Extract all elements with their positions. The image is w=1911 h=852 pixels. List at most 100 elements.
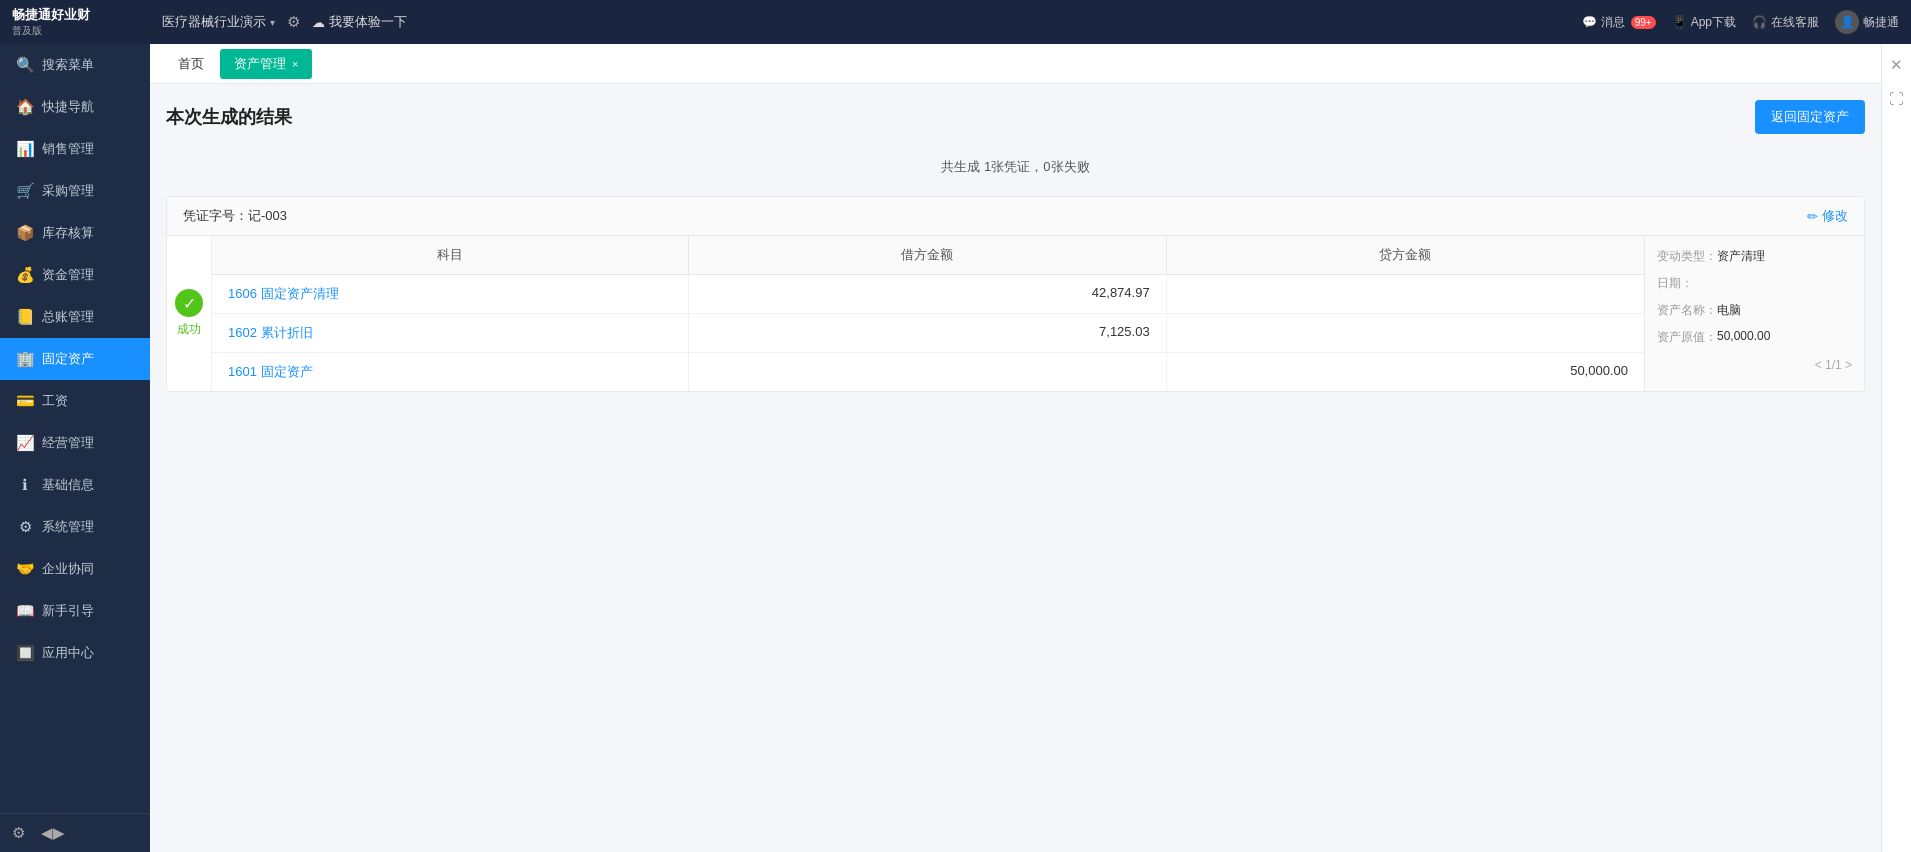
quick-nav-icon: 🏠 — [16, 98, 34, 116]
online-service-button[interactable]: 🎧 在线客服 — [1752, 14, 1819, 31]
finance-icon: 💰 — [16, 266, 34, 284]
sidebar-item-payroll[interactable]: 💳 工资 — [0, 380, 150, 422]
page-header: 本次生成的结果 返回固定资产 — [166, 100, 1865, 134]
edit-label: 修改 — [1822, 207, 1848, 225]
cloud-icon: ☁ — [312, 15, 325, 30]
voucher-table: 科目 借方金额 贷方金额 1606 固定资产清理 42,874.97 1602 … — [212, 236, 1644, 391]
sidebar-item-operations[interactable]: 📈 经营管理 — [0, 422, 150, 464]
cell-credit-1 — [1167, 314, 1644, 352]
cell-debit-0: 42,874.97 — [689, 275, 1166, 313]
collapse-icon[interactable]: ◀▶ — [41, 824, 65, 842]
app-name: 畅捷通好业财 — [12, 6, 90, 24]
sidebar-label-quick-nav: 快捷导航 — [42, 98, 94, 116]
chevron-down-icon: ▾ — [270, 17, 275, 28]
app-download-label: App下载 — [1691, 14, 1736, 31]
sidebar-item-basic-info[interactable]: ℹ 基础信息 — [0, 464, 150, 506]
close-icon[interactable]: × — [292, 58, 298, 70]
sidebar-item-system[interactable]: ⚙ 系统管理 — [0, 506, 150, 548]
sidebar-item-cooperation[interactable]: 🤝 企业协同 — [0, 548, 150, 590]
sidebar-item-app-center[interactable]: 🔲 应用中心 — [0, 632, 150, 674]
status-column: ✓ 成功 — [167, 236, 212, 391]
sidebar-label-system: 系统管理 — [42, 518, 94, 536]
tab-home[interactable]: 首页 — [166, 47, 216, 81]
tab-asset-management[interactable]: 资产管理 × — [220, 49, 312, 79]
sidebar-label-inventory: 库存核算 — [42, 224, 94, 242]
sidebar-label-search: 搜索菜单 — [42, 56, 94, 74]
sidebar-scroll: 🔍 搜索菜单 🏠 快捷导航 📊 销售管理 🛒 采购管理 📦 库存核算 💰 资金管… — [0, 44, 150, 813]
change-type-label: 变动类型： — [1657, 248, 1717, 265]
page-title: 本次生成的结果 — [166, 105, 292, 129]
change-type-value: 资产清理 — [1717, 248, 1765, 265]
inventory-icon: 📦 — [16, 224, 34, 242]
sidebar-item-inventory[interactable]: 📦 库存核算 — [0, 212, 150, 254]
cell-credit-0 — [1167, 275, 1644, 313]
service-icon: 🎧 — [1752, 15, 1767, 29]
page-content: 本次生成的结果 返回固定资产 共生成 1张凭证，0张失败 凭证字号：记-003 … — [150, 84, 1881, 852]
download-icon: 📱 — [1672, 15, 1687, 29]
sidebar-label-payroll: 工资 — [42, 392, 68, 410]
search-icon: 🔍 — [16, 56, 34, 74]
workspace-selector[interactable]: 医疗器械行业演示 ▾ — [162, 13, 275, 31]
success-icon: ✓ — [175, 289, 203, 317]
sidebar-item-purchase[interactable]: 🛒 采购管理 — [0, 170, 150, 212]
col-debit: 借方金额 — [689, 236, 1166, 274]
pagination[interactable]: < 1/1 > — [1657, 358, 1852, 372]
header-right: 💬 消息 99+ 📱 App下载 🎧 在线客服 👤 畅捷通 — [1582, 10, 1899, 34]
messages-button[interactable]: 💬 消息 99+ — [1582, 14, 1656, 31]
sidebar-item-quick-nav[interactable]: 🏠 快捷导航 — [0, 86, 150, 128]
edit-button[interactable]: ✏ 修改 — [1807, 207, 1848, 225]
sidebar-bottom: ⚙ ◀▶ — [0, 813, 150, 852]
online-service-label: 在线客服 — [1771, 14, 1819, 31]
guide-icon: 📖 — [16, 602, 34, 620]
workspace-name: 医疗器械行业演示 — [162, 13, 266, 31]
change-type-row: 变动类型： 资产清理 — [1657, 248, 1852, 265]
header-center: 医疗器械行业演示 ▾ ⚙ ☁ 我要体验一下 — [162, 9, 1582, 35]
message-icon: 💬 — [1582, 15, 1597, 29]
close-panel-button[interactable]: ✕ — [1886, 52, 1907, 78]
cell-subject-1: 1602 累计折旧 — [212, 314, 689, 352]
experience-label: 我要体验一下 — [329, 13, 407, 31]
main-layout: 🔍 搜索菜单 🏠 快捷导航 📊 销售管理 🛒 采购管理 📦 库存核算 💰 资金管… — [0, 44, 1911, 852]
operations-icon: 📈 — [16, 434, 34, 452]
workspace-settings-button[interactable]: ⚙ — [283, 9, 304, 35]
purchase-icon: 🛒 — [16, 182, 34, 200]
sidebar-label-fixed-assets: 固定资产 — [42, 350, 94, 368]
status-text: 成功 — [177, 321, 201, 338]
expand-panel-button[interactable]: ⛶ — [1885, 86, 1908, 111]
edit-icon: ✏ — [1807, 209, 1818, 224]
table-row: 1601 固定资产 50,000.00 — [212, 353, 1644, 391]
avatar: 👤 — [1835, 10, 1859, 34]
sidebar-item-guide[interactable]: 📖 新手引导 — [0, 590, 150, 632]
sidebar-item-finance[interactable]: 💰 资金管理 — [0, 254, 150, 296]
user-profile[interactable]: 👤 畅捷通 — [1835, 10, 1899, 34]
return-fixed-assets-button[interactable]: 返回固定资产 — [1755, 100, 1865, 134]
sidebar-label-cooperation: 企业协同 — [42, 560, 94, 578]
sidebar-item-fixed-assets[interactable]: 🏢 固定资产 — [0, 338, 150, 380]
tab-bar: 首页 资产管理 × — [150, 44, 1881, 84]
side-info-panel: 变动类型： 资产清理 日期： 资产名称： 电脑 资产原值： — [1644, 236, 1864, 391]
experience-button[interactable]: ☁ 我要体验一下 — [312, 13, 407, 31]
content-area: 首页 资产管理 × 本次生成的结果 返回固定资产 共生成 1张凭证，0张失败 凭… — [150, 44, 1881, 852]
original-value-value: 50,000.00 — [1717, 329, 1770, 346]
right-panel: ✕ ⛶ — [1881, 44, 1911, 852]
table-row: 1606 固定资产清理 42,874.97 — [212, 275, 1644, 314]
asset-name-row: 资产名称： 电脑 — [1657, 302, 1852, 319]
sidebar-label-finance: 资金管理 — [42, 266, 94, 284]
messages-label: 消息 — [1601, 14, 1625, 31]
table-header: 科目 借方金额 贷方金额 — [212, 236, 1644, 275]
sidebar-item-sales[interactable]: 📊 销售管理 — [0, 128, 150, 170]
sidebar-item-search[interactable]: 🔍 搜索菜单 — [0, 44, 150, 86]
cell-subject-0: 1606 固定资产清理 — [212, 275, 689, 313]
sidebar-item-ledger[interactable]: 📒 总账管理 — [0, 296, 150, 338]
table-row: 1602 累计折旧 7,125.03 — [212, 314, 1644, 353]
cell-credit-2: 50,000.00 — [1167, 353, 1644, 391]
app-center-icon: 🔲 — [16, 644, 34, 662]
table-rows: 1606 固定资产清理 42,874.97 1602 累计折旧 7,125.03… — [212, 275, 1644, 391]
app-edition: 普及版 — [12, 24, 42, 38]
top-header: 畅捷通好业财 普及版 医疗器械行业演示 ▾ ⚙ ☁ 我要体验一下 💬 消息 99… — [0, 0, 1911, 44]
sidebar-label-basic-info: 基础信息 — [42, 476, 94, 494]
app-download-button[interactable]: 📱 App下载 — [1672, 14, 1736, 31]
settings-icon[interactable]: ⚙ — [12, 824, 25, 842]
summary-line: 共生成 1张凭证，0张失败 — [166, 150, 1865, 184]
sidebar-label-ledger: 总账管理 — [42, 308, 94, 326]
